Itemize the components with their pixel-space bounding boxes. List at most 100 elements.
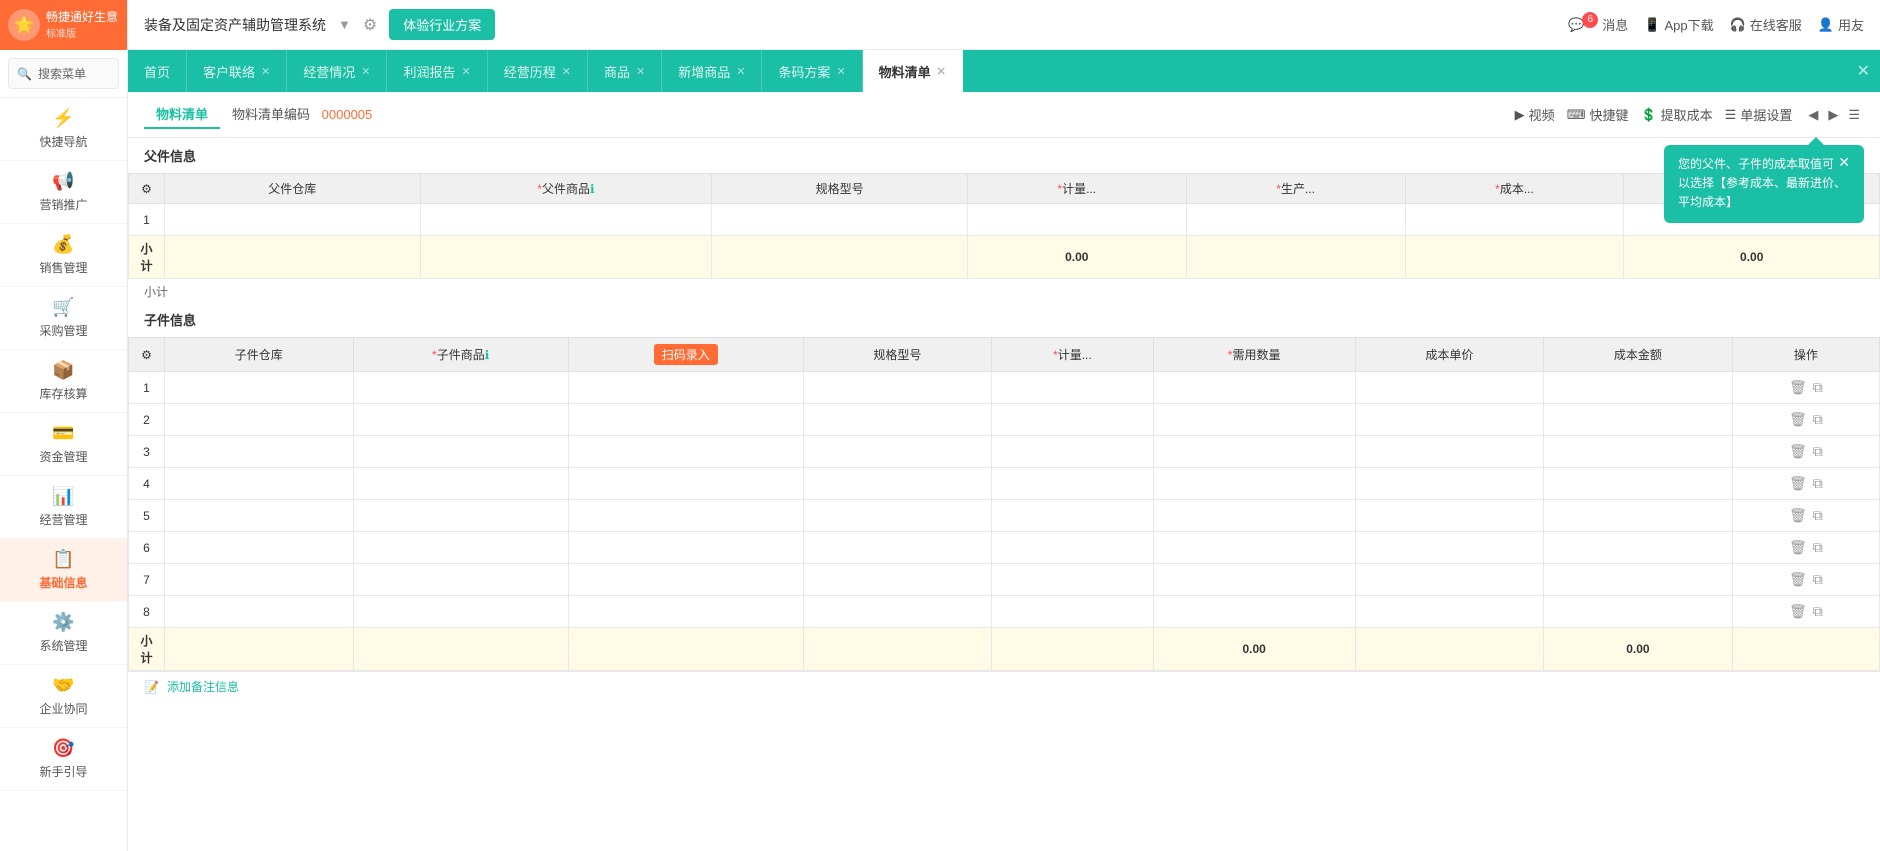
delete-icon-2[interactable]: 🗑 [1789, 411, 1807, 428]
child-cell-spec-6[interactable] [803, 532, 992, 564]
tab-new-goods-close[interactable]: ✕ [736, 65, 745, 78]
child-cell-scan-6[interactable] [568, 532, 803, 564]
tab-goods-close[interactable]: ✕ [636, 65, 645, 78]
delete-icon-4[interactable]: 🗑 [1789, 475, 1807, 492]
copy-icon-5[interactable]: ⧉ [1813, 507, 1823, 524]
child-cell-spec-4[interactable] [803, 468, 992, 500]
tab-goods[interactable]: 商品 ✕ [588, 50, 662, 92]
child-cell-warehouse-2[interactable] [165, 404, 354, 436]
child-cell-spec-3[interactable] [803, 436, 992, 468]
delete-icon-3[interactable]: 🗑 [1789, 443, 1807, 460]
tab-history-close[interactable]: ✕ [562, 65, 571, 78]
child-cell-spec-2[interactable] [803, 404, 992, 436]
tab-operations-close[interactable]: ✕ [361, 65, 370, 78]
parent-cell-produce[interactable] [1186, 204, 1405, 236]
video-button[interactable]: ▶ 视频 [1515, 105, 1555, 124]
tab-bom-close[interactable]: ✕ [937, 65, 946, 78]
child-cell-product-2[interactable] [353, 404, 568, 436]
parent-cell-spec[interactable] [712, 204, 968, 236]
tab-profit-close[interactable]: ✕ [462, 65, 471, 78]
tab-operations[interactable]: 经营情况 ✕ [287, 50, 387, 92]
child-cell-unit-cost-1[interactable] [1355, 372, 1544, 404]
child-cell-unit-7[interactable] [992, 564, 1153, 596]
tab-home[interactable]: 首页 [128, 50, 187, 92]
child-cell-unit-5[interactable] [992, 500, 1153, 532]
child-cell-unit-8[interactable] [992, 596, 1153, 628]
child-cell-quantity-4[interactable] [1153, 468, 1355, 500]
child-cell-scan-1[interactable] [568, 372, 803, 404]
child-cell-unit-6[interactable] [992, 532, 1153, 564]
child-cell-unit-2[interactable] [992, 404, 1153, 436]
tab-history[interactable]: 经营历程 ✕ [488, 50, 588, 92]
child-cell-spec-5[interactable] [803, 500, 992, 532]
delete-icon-1[interactable]: 🗑 [1789, 379, 1807, 396]
list-view-icon[interactable]: ☰ [1844, 105, 1864, 125]
tab-profit[interactable]: 利润报告 ✕ [387, 50, 487, 92]
child-th-settings[interactable]: ⚙ [129, 338, 165, 372]
prev-arrow[interactable]: ◀ [1804, 105, 1822, 125]
child-cell-spec-1[interactable] [803, 372, 992, 404]
tab-customer[interactable]: 客户联络 ✕ [187, 50, 287, 92]
child-cell-quantity-1[interactable] [1153, 372, 1355, 404]
copy-icon-6[interactable]: ⧉ [1813, 539, 1823, 556]
delete-icon-8[interactable]: 🗑 [1789, 603, 1807, 620]
child-cell-product-8[interactable] [353, 596, 568, 628]
sidebar-item-enterprise[interactable]: 🤝 企业协同 [0, 665, 127, 728]
sidebar-item-sales[interactable]: 💰 销售管理 [0, 224, 127, 287]
sidebar-item-purchase[interactable]: 🛒 采购管理 [0, 287, 127, 350]
child-cell-product-4[interactable] [353, 468, 568, 500]
child-cell-warehouse-3[interactable] [165, 436, 354, 468]
child-cell-warehouse-8[interactable] [165, 596, 354, 628]
child-cell-warehouse-5[interactable] [165, 500, 354, 532]
settings-icon[interactable]: ⚙ [363, 15, 377, 35]
next-arrow[interactable]: ▶ [1824, 105, 1842, 125]
online-service-button[interactable]: 🎧 在线客服 [1730, 15, 1802, 34]
child-cell-unit-cost-8[interactable] [1355, 596, 1544, 628]
user-menu[interactable]: 👤 用友 [1818, 15, 1864, 34]
child-cell-unit-cost-4[interactable] [1355, 468, 1544, 500]
child-cell-unit-cost-3[interactable] [1355, 436, 1544, 468]
sidebar-item-quick-nav[interactable]: ⚡ 快捷导航 [0, 98, 127, 161]
child-cell-product-7[interactable] [353, 564, 568, 596]
close-all-tabs[interactable]: ✕ [1847, 61, 1880, 81]
delete-icon-7[interactable]: 🗑 [1789, 571, 1807, 588]
dropdown-arrow-icon[interactable]: ▼ [338, 17, 351, 32]
child-cell-unit-cost-2[interactable] [1355, 404, 1544, 436]
copy-icon-3[interactable]: ⧉ [1813, 443, 1823, 460]
parent-cell-unit[interactable] [967, 204, 1186, 236]
child-cell-unit-4[interactable] [992, 468, 1153, 500]
child-cell-scan-5[interactable] [568, 500, 803, 532]
child-cell-unit-cost-7[interactable] [1355, 564, 1544, 596]
scan-button[interactable]: 扫码录入 [654, 344, 718, 365]
child-cell-unit-1[interactable] [992, 372, 1153, 404]
delete-icon-6[interactable]: 🗑 [1789, 539, 1807, 556]
child-cell-quantity-8[interactable] [1153, 596, 1355, 628]
parent-cell-cost[interactable] [1405, 204, 1624, 236]
child-cell-product-5[interactable] [353, 500, 568, 532]
child-cell-unit-cost-5[interactable] [1355, 500, 1544, 532]
copy-icon-2[interactable]: ⧉ [1813, 411, 1823, 428]
shortcut-button[interactable]: ⌨ 快捷键 [1567, 105, 1629, 124]
child-cell-scan-4[interactable] [568, 468, 803, 500]
child-cell-warehouse-1[interactable] [165, 372, 354, 404]
child-cell-spec-8[interactable] [803, 596, 992, 628]
child-cell-scan-8[interactable] [568, 596, 803, 628]
notes-label[interactable]: 添加备注信息 [167, 678, 239, 695]
child-cell-quantity-3[interactable] [1153, 436, 1355, 468]
child-cell-spec-7[interactable] [803, 564, 992, 596]
copy-icon-7[interactable]: ⧉ [1813, 571, 1823, 588]
child-cell-quantity-7[interactable] [1153, 564, 1355, 596]
delete-icon-5[interactable]: 🗑 [1789, 507, 1807, 524]
child-cell-scan-3[interactable] [568, 436, 803, 468]
parent-cell-warehouse[interactable] [165, 204, 421, 236]
child-cell-warehouse-7[interactable] [165, 564, 354, 596]
sidebar-item-finance[interactable]: 💳 资金管理 [0, 413, 127, 476]
sidebar-item-operations[interactable]: 📊 经营管理 [0, 476, 127, 539]
child-cell-quantity-6[interactable] [1153, 532, 1355, 564]
child-cell-quantity-2[interactable] [1153, 404, 1355, 436]
child-cell-product-1[interactable] [353, 372, 568, 404]
child-cell-unit-cost-6[interactable] [1355, 532, 1544, 564]
sub-nav-bom-list[interactable]: 物料清单 [144, 100, 220, 129]
child-cell-product-6[interactable] [353, 532, 568, 564]
tab-barcode-close[interactable]: ✕ [836, 65, 845, 78]
